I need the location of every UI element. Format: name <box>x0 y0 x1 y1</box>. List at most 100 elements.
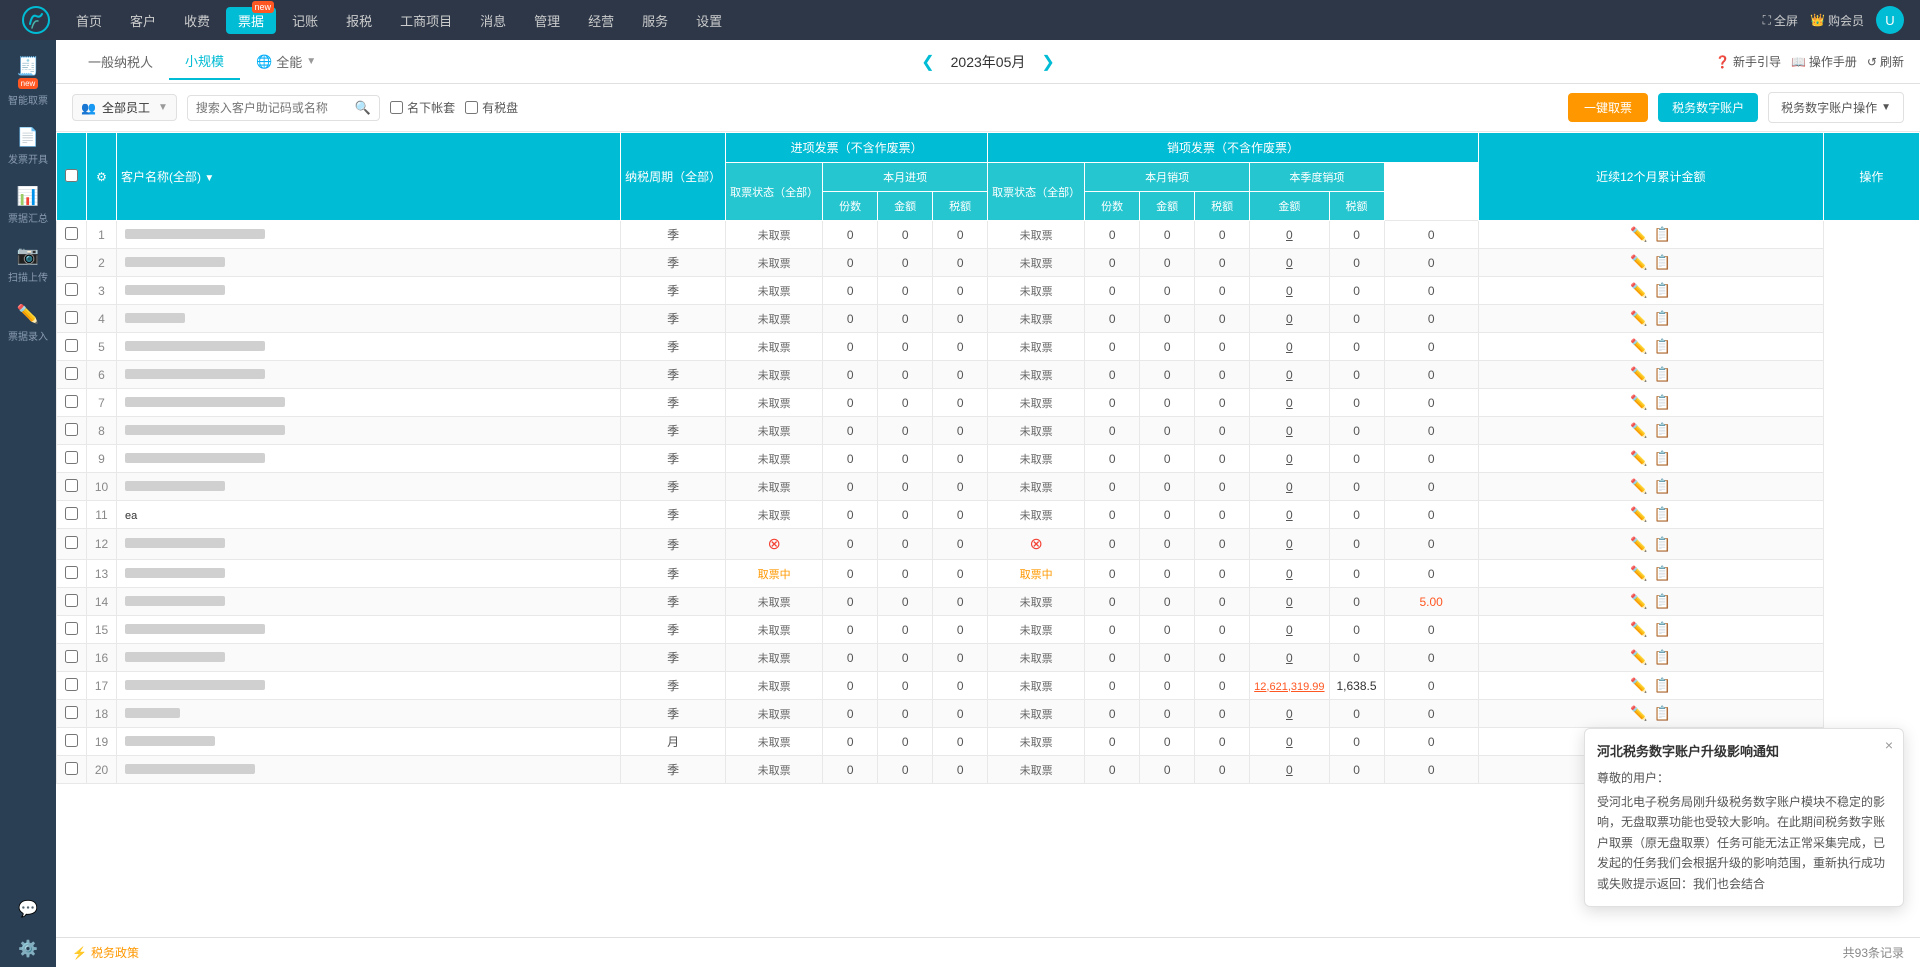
upgrade-btn[interactable]: 👑 购会员 <box>1810 12 1864 29</box>
nav-business[interactable]: 工商项目 <box>388 7 464 34</box>
row-select[interactable] <box>65 255 78 268</box>
row-copy-icon[interactable]: 📋 <box>1654 536 1671 553</box>
row-edit-icon[interactable]: ✏️ <box>1630 254 1647 271</box>
sidebar-item-smart-ticket[interactable]: 🧾 new 智能取票 <box>0 48 56 115</box>
row-copy-icon[interactable]: 📋 <box>1654 565 1671 582</box>
employee-select[interactable]: 👥 全部员工 ▼ <box>72 94 177 121</box>
checkbox-has-taxboard[interactable]: 有税盘 <box>465 99 518 116</box>
row-copy-icon[interactable]: 📋 <box>1654 310 1671 327</box>
nav-tax[interactable]: 报税 <box>334 7 384 34</box>
row-edit-icon[interactable]: ✏️ <box>1630 705 1647 722</box>
row-edit-icon[interactable]: ✏️ <box>1630 593 1647 610</box>
row-copy-icon[interactable]: 📋 <box>1654 677 1671 694</box>
row-select[interactable] <box>65 678 78 691</box>
nav-home[interactable]: 首页 <box>64 7 114 34</box>
tax-digital-account-op-btn[interactable]: 税务数字账户操作 ▼ <box>1768 92 1904 123</box>
row-copy-icon[interactable]: 📋 <box>1654 338 1671 355</box>
settings-icon[interactable]: ⚙ <box>96 170 107 184</box>
row-select[interactable] <box>65 451 78 464</box>
checkbox-has-taxboard-input[interactable] <box>465 101 478 114</box>
select-all-checkbox[interactable] <box>65 169 78 182</box>
row-copy-icon[interactable]: 📋 <box>1654 478 1671 495</box>
nav-billing[interactable]: 收费 <box>172 7 222 34</box>
row-select[interactable] <box>65 507 78 520</box>
row-select[interactable] <box>65 762 78 775</box>
row-edit-icon[interactable]: ✏️ <box>1630 478 1647 495</box>
tab-general[interactable]: 一般纳税人 <box>72 44 169 79</box>
row-select[interactable] <box>65 423 78 436</box>
row-edit-icon[interactable]: ✏️ <box>1630 366 1647 383</box>
row-edit-icon[interactable]: ✏️ <box>1630 621 1647 638</box>
row-edit-icon[interactable]: ✏️ <box>1630 422 1647 439</box>
nav-manage[interactable]: 管理 <box>522 7 572 34</box>
new-guide-btn[interactable]: ❓ 新手引导 <box>1715 53 1781 70</box>
row-select[interactable] <box>65 566 78 579</box>
row-select[interactable] <box>65 367 78 380</box>
row-edit-icon[interactable]: ✏️ <box>1630 310 1647 327</box>
notification-close-btn[interactable]: × <box>1885 737 1893 753</box>
sidebar-item-bottom1[interactable]: 💬 <box>0 891 56 927</box>
row-copy-icon[interactable]: 📋 <box>1654 254 1671 271</box>
refresh-btn[interactable]: ↺ 刷新 <box>1867 53 1904 70</box>
th-filter-icon[interactable]: ▼ <box>204 173 214 184</box>
row-edit-icon[interactable]: ✏️ <box>1630 536 1647 553</box>
nav-settings[interactable]: 设置 <box>684 7 734 34</box>
nav-clients[interactable]: 客户 <box>118 7 168 34</box>
sidebar-item-entry[interactable]: ✏️ 票据录入 <box>0 296 56 351</box>
nav-service[interactable]: 服务 <box>630 7 680 34</box>
row-copy-icon[interactable]: 📋 <box>1654 422 1671 439</box>
tab-small-scale[interactable]: 小规模 <box>169 43 240 80</box>
date-prev-btn[interactable]: ❮ <box>915 50 940 74</box>
sidebar-item-summary[interactable]: 📊 票据汇总 <box>0 178 56 233</box>
row-edit-icon[interactable]: ✏️ <box>1630 394 1647 411</box>
row-copy-icon[interactable]: 📋 <box>1654 366 1671 383</box>
row-copy-icon[interactable]: 📋 <box>1654 705 1671 722</box>
row-select[interactable] <box>65 594 78 607</box>
row-copy-icon[interactable]: 📋 <box>1654 593 1671 610</box>
tab-all[interactable]: 🌐 全能 ▼ <box>240 44 332 79</box>
row-select[interactable] <box>65 339 78 352</box>
row-edit-icon[interactable]: ✏️ <box>1630 677 1647 694</box>
row-copy-icon[interactable]: 📋 <box>1654 282 1671 299</box>
date-next-btn[interactable]: ❯ <box>1035 50 1060 74</box>
row-edit-icon[interactable]: ✏️ <box>1630 338 1647 355</box>
row-edit-icon[interactable]: ✏️ <box>1630 649 1647 666</box>
nav-message[interactable]: 消息 <box>468 7 518 34</box>
row-edit-icon[interactable]: ✏️ <box>1630 565 1647 582</box>
one-click-ticket-btn[interactable]: 一键取票 <box>1568 93 1648 122</box>
nav-operation[interactable]: 经营 <box>576 7 626 34</box>
row-copy-icon[interactable]: 📋 <box>1654 226 1671 243</box>
row-copy-icon[interactable]: 📋 <box>1654 450 1671 467</box>
row-select[interactable] <box>65 311 78 324</box>
row-select[interactable] <box>65 734 78 747</box>
row-select[interactable] <box>65 706 78 719</box>
tax-policy-link[interactable]: ⚡ 税务政策 <box>72 944 139 961</box>
row-edit-icon[interactable]: ✏️ <box>1630 450 1647 467</box>
sidebar-item-scan[interactable]: 📷 扫描上传 <box>0 237 56 292</box>
row-copy-icon[interactable]: 📋 <box>1654 649 1671 666</box>
tax-digital-account-btn[interactable]: 税务数字账户 <box>1658 93 1758 122</box>
nav-invoice[interactable]: 票据 new <box>226 7 276 34</box>
checkbox-my-accounts[interactable]: 名下帐套 <box>390 99 455 116</box>
row-select[interactable] <box>65 479 78 492</box>
row-copy-icon[interactable]: 📋 <box>1654 506 1671 523</box>
user-avatar[interactable]: U <box>1876 6 1904 34</box>
row-select[interactable] <box>65 622 78 635</box>
search-input[interactable] <box>196 101 351 115</box>
fullscreen-btn[interactable]: ⛶ 全屏 <box>1763 12 1798 29</box>
manual-btn[interactable]: 📖 操作手册 <box>1791 53 1857 70</box>
row-select[interactable] <box>65 283 78 296</box>
row-select[interactable] <box>65 227 78 240</box>
row-copy-icon[interactable]: 📋 <box>1654 394 1671 411</box>
checkbox-my-accounts-input[interactable] <box>390 101 403 114</box>
row-copy-icon[interactable]: 📋 <box>1654 621 1671 638</box>
row-edit-icon[interactable]: ✏️ <box>1630 506 1647 523</box>
sidebar-item-bottom2[interactable]: ⚙️ <box>0 931 56 967</box>
row-select[interactable] <box>65 536 78 549</box>
search-button[interactable]: 🔍 <box>355 100 371 116</box>
row-select[interactable] <box>65 395 78 408</box>
row-edit-icon[interactable]: ✏️ <box>1630 226 1647 243</box>
row-edit-icon[interactable]: ✏️ <box>1630 282 1647 299</box>
row-select[interactable] <box>65 650 78 663</box>
nav-accounting[interactable]: 记账 <box>280 7 330 34</box>
